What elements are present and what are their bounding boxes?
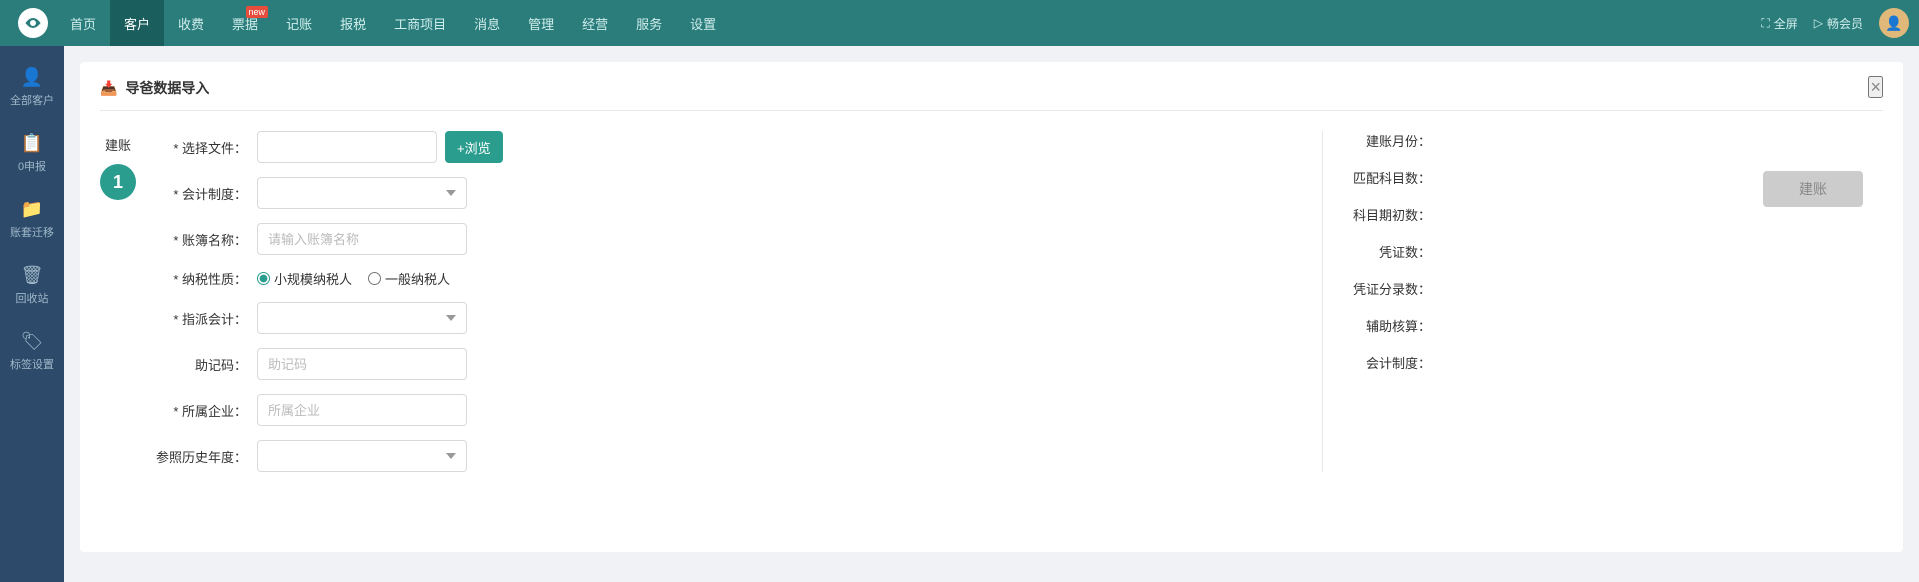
belong-company-field-control (257, 394, 503, 426)
accounting-select[interactable] (257, 177, 467, 209)
assign-accountant-field-control (257, 302, 503, 334)
all-customers-icon: 👤 (21, 66, 43, 88)
nav-item-fee[interactable]: 收费 (164, 0, 218, 46)
accounting-label: * 会计制度： (156, 184, 247, 203)
nav-item-bill[interactable]: 票据 new (218, 0, 272, 46)
ref-year-label: 参照历史年度： (156, 447, 247, 466)
right-section: 建账月份： 匹配科目数： 科目期初数： 凭证数： 凭证分录数： 辅助核算： (1323, 131, 1883, 472)
ledger-name-label: * 账簿名称： (156, 230, 247, 249)
zero-declare-icon: 📋 (21, 132, 43, 154)
layout: 👤 全部客户 📋 0申报 📁 账套迁移 🗑 回收站 🏷 标签设置 📥 导爸数据导… (0, 46, 1919, 582)
top-nav-right: ⛶ 全屏 ▷ 畅会员 👤 (1761, 8, 1909, 38)
recycle-icon: 🗑 (21, 264, 43, 286)
sidebar-item-all-customers[interactable]: 👤 全部客户 (0, 56, 64, 118)
vouchers-label: 凭证数： (1353, 242, 1431, 261)
logo[interactable] (10, 0, 56, 46)
form-column: 建账 1 * 选择文件： +浏览 * 会计制度 (100, 131, 1323, 472)
radio-general[interactable]: 一般纳税人 (368, 269, 450, 288)
fullscreen-icon: ⛶ (1761, 16, 1769, 31)
ref-year-field-control (257, 440, 503, 472)
import-panel: 📥 导爸数据导入 × 建账 1 (80, 62, 1903, 552)
logo-icon (18, 8, 48, 38)
info-column: 建账月份： 匹配科目数： 科目期初数： 凭证数： 凭证分录数： 辅助核算： (1323, 131, 1723, 372)
sidebar-item-recycle[interactable]: 🗑 回收站 (0, 254, 64, 316)
info-grid: 建账月份： 匹配科目数： 科目期初数： 凭证数： 凭证分录数： 辅助核算： (1353, 131, 1723, 372)
import-icon: 📥 (100, 80, 117, 97)
main-content: 📥 导爸数据导入 × 建账 1 (64, 46, 1919, 582)
aux-calc-label: 辅助核算： (1353, 316, 1431, 335)
nav-item-tax[interactable]: 报税 (326, 0, 380, 46)
radio-small-scale[interactable]: 小规模纳税人 (257, 269, 352, 288)
step-badge: 1 (100, 164, 136, 200)
sidebar-item-account-migrate[interactable]: 📁 账套迁移 (0, 188, 64, 250)
ref-year-select[interactable] (257, 440, 467, 472)
panel-body: 建账 1 * 选择文件： +浏览 * 会计制度 (100, 131, 1883, 472)
nav-item-service[interactable]: 服务 (622, 0, 676, 46)
build-account-button[interactable]: 建账 (1763, 171, 1863, 207)
match-subjects-label: 匹配科目数： (1353, 168, 1431, 187)
nav-item-operation[interactable]: 经营 (568, 0, 622, 46)
top-nav: 首页 客户 收费 票据 new 记账 报税 工商项目 消息 管理 经营 服务 设… (0, 0, 1919, 46)
avatar[interactable]: 👤 (1879, 8, 1909, 38)
new-badge: new (246, 6, 269, 18)
account-migrate-icon: 📁 (21, 198, 43, 220)
memo-code-input[interactable] (257, 348, 467, 380)
nav-item-manage[interactable]: 管理 (514, 0, 568, 46)
panel-header: 📥 导爸数据导入 (100, 78, 1883, 111)
nav-item-customer[interactable]: 客户 (110, 0, 164, 46)
nav-item-home[interactable]: 首页 (56, 0, 110, 46)
panel-title: 导爸数据导入 (125, 78, 209, 98)
tax-type-field-control: 小规模纳税人 一般纳税人 (257, 269, 503, 288)
nav-item-biz-project[interactable]: 工商项目 (380, 0, 460, 46)
file-field-control: +浏览 (257, 131, 503, 163)
accounting-system-label: 会计制度： (1353, 353, 1431, 372)
play-icon: ▷ (1814, 16, 1823, 30)
fullscreen-button[interactable]: ⛶ 全屏 (1761, 15, 1797, 32)
belong-company-input[interactable] (257, 394, 467, 426)
tag-settings-icon: 🏷 (21, 330, 43, 352)
memo-code-field-control (257, 348, 503, 380)
init-subjects-label: 科目期初数： (1353, 205, 1431, 224)
belong-company-label: * 所属企业： (156, 401, 247, 420)
assign-accountant-label: * 指派会计： (156, 309, 247, 328)
ledger-name-field-control (257, 223, 503, 255)
file-label: * 选择文件： (156, 138, 247, 157)
build-btn-area: 建账 (1723, 131, 1883, 207)
file-input[interactable] (257, 131, 437, 163)
nav-item-settings[interactable]: 设置 (676, 0, 730, 46)
accounting-field-control (257, 177, 503, 209)
close-button[interactable]: × (1868, 76, 1883, 98)
sidebar-item-zero-declare[interactable]: 📋 0申报 (0, 122, 64, 184)
nav-item-message[interactable]: 消息 (460, 0, 514, 46)
sidebar-item-tag-settings[interactable]: 🏷 标签设置 (0, 320, 64, 382)
accountant-select[interactable] (257, 302, 467, 334)
member-button[interactable]: ▷ 畅会员 (1814, 15, 1863, 32)
browse-button[interactable]: +浏览 (445, 131, 503, 163)
month-label: 建账月份： (1353, 131, 1431, 150)
sidebar: 👤 全部客户 📋 0申报 📁 账套迁移 🗑 回收站 🏷 标签设置 (0, 46, 64, 582)
ledger-name-input[interactable] (257, 223, 467, 255)
tax-type-label: * 纳税性质： (156, 269, 247, 288)
build-account-step-label: 建账 (105, 135, 131, 154)
memo-code-label: 助记码： (156, 355, 247, 374)
voucher-entries-label: 凭证分录数： (1353, 279, 1431, 298)
nav-items: 首页 客户 收费 票据 new 记账 报税 工商项目 消息 管理 经营 服务 设… (56, 0, 730, 46)
nav-item-bookkeeping[interactable]: 记账 (272, 0, 326, 46)
